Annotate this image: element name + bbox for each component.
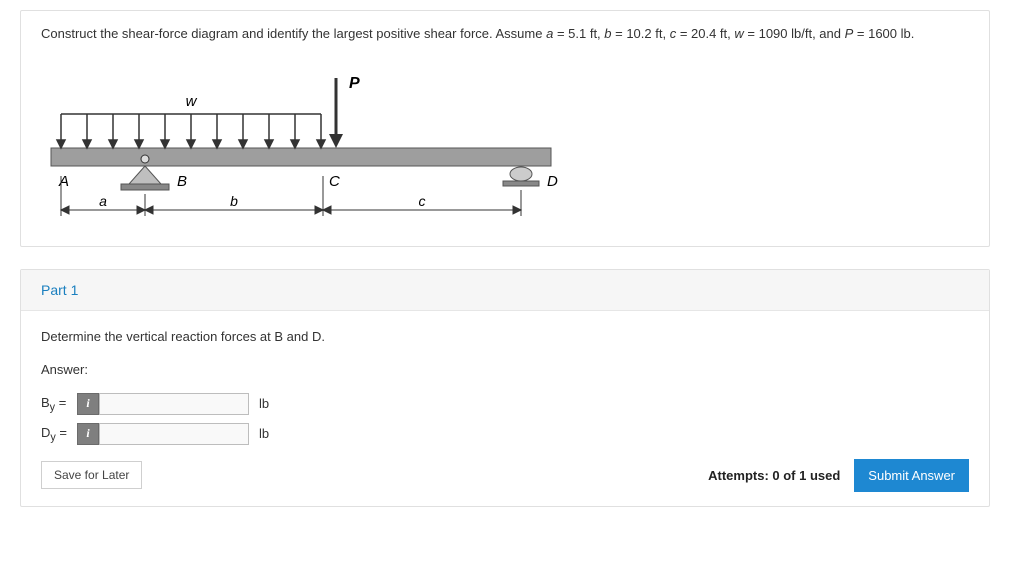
a-point-label: A: [58, 173, 69, 190]
dy-row: Dy = i lb: [41, 423, 969, 445]
p-label: P: [349, 75, 360, 92]
dim-c: c: [419, 193, 426, 209]
question-text: Construct the shear-force diagram and id…: [41, 25, 969, 44]
part1-panel: Part 1 Determine the vertical reaction f…: [20, 269, 990, 507]
c-point-label: C: [329, 173, 340, 190]
answer-label: Answer:: [41, 362, 969, 377]
part1-header: Part 1: [21, 270, 989, 311]
info-icon[interactable]: i: [77, 393, 99, 415]
attempts-label: Attempts: 0 of 1 used: [708, 468, 840, 483]
b-point-label: B: [177, 173, 187, 190]
dim-b: b: [230, 193, 238, 209]
roller-support-d: [503, 167, 539, 186]
part1-instruction: Determine the vertical reaction forces a…: [41, 329, 969, 344]
dy-var: Dy =: [41, 425, 77, 444]
save-for-later-button[interactable]: Save for Later: [41, 461, 142, 489]
by-var: By =: [41, 395, 77, 414]
submit-answer-button[interactable]: Submit Answer: [854, 459, 969, 492]
by-unit: lb: [259, 396, 269, 411]
dy-unit: lb: [259, 426, 269, 441]
info-icon[interactable]: i: [77, 423, 99, 445]
beam-diagram: w P A B C D: [41, 58, 969, 228]
question-panel: Construct the shear-force diagram and id…: [20, 10, 990, 247]
by-row: By = i lb: [41, 393, 969, 415]
dim-a: a: [99, 193, 107, 209]
d-point-label: D: [547, 173, 558, 190]
dy-input[interactable]: [99, 423, 249, 445]
by-input[interactable]: [99, 393, 249, 415]
w-label: w: [186, 93, 198, 110]
